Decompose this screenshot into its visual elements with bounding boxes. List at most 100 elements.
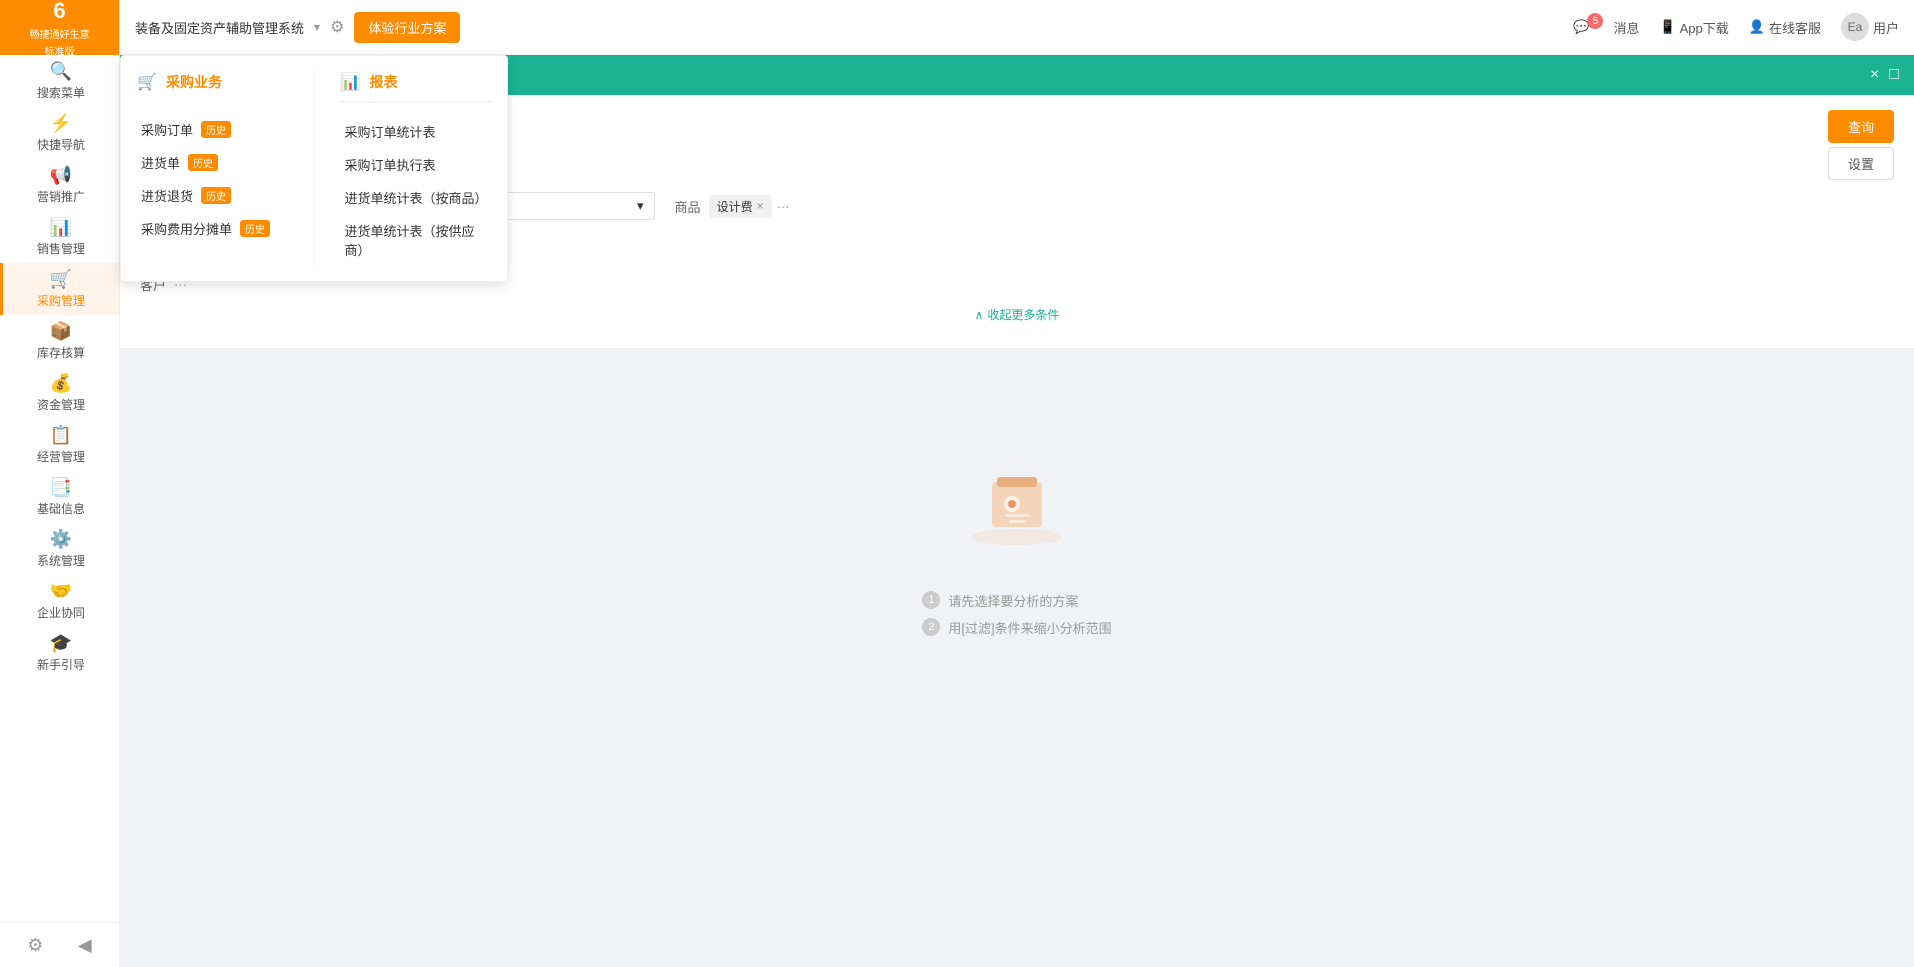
dropdown-cols: 🛒 采购业务 采购订单 历史 进货单 历史 进货退货 历史 采购费用分摊单 历史	[136, 71, 492, 266]
menu-item-expense[interactable]: 采购费用分摊单 历史	[136, 212, 289, 245]
collapse-label: 收起更多条件	[987, 306, 1059, 323]
sidebar-item-inventory[interactable]: 📦 库存核算	[0, 315, 119, 367]
goods-return-label: 进货退货	[141, 186, 193, 205]
sidebar-item-label-marketing: 营销推广	[37, 188, 85, 205]
report-col-icon: 📊	[340, 71, 362, 93]
report-order-stats-label: 采购订单统计表	[345, 122, 436, 141]
sidebar-item-label-quick: 快捷导航	[37, 136, 85, 153]
menu-item-report-goods-product[interactable]: 进货单统计表（按商品）	[340, 181, 493, 214]
collapse-icon[interactable]: ◀	[78, 935, 92, 956]
purchase-icon: 🛒	[50, 269, 72, 290]
dropdown-arrow-icon[interactable]: ▾	[314, 20, 320, 34]
report-col-header: 📊 报表	[340, 71, 493, 103]
sidebar-item-marketing[interactable]: 📢 营销推广	[0, 159, 119, 211]
empty-tip-1: 1 请先选择要分析的方案	[922, 591, 1111, 610]
sidebar-item-basic[interactable]: 📑 基础信息	[0, 471, 119, 523]
app-download-item[interactable]: 📱 App下载	[1659, 18, 1728, 37]
online-service-item[interactable]: 👤 在线客服	[1749, 18, 1821, 37]
user-item[interactable]: Ea 用户	[1841, 13, 1899, 41]
empty-tips: 1 请先选择要分析的方案 2 用[过滤]条件来缩小分析范围	[922, 591, 1111, 645]
dropdown-divider	[314, 71, 315, 266]
sidebar-item-label-enterprise: 企业协同	[37, 604, 85, 621]
online-service-label: 在线客服	[1769, 18, 1821, 37]
settings-bottom-icon[interactable]: ⚙	[27, 935, 43, 956]
menu-item-goods-receipt[interactable]: 进货单 历史	[136, 146, 289, 179]
empty-illustration	[957, 452, 1077, 571]
report-order-exec-label: 采购订单执行表	[345, 155, 436, 174]
menu-item-purchase-order[interactable]: 采购订单 历史	[136, 113, 289, 146]
sidebar-item-label-operations: 经营管理	[37, 448, 85, 465]
sidebar-item-system[interactable]: ⚙️ 系统管理	[0, 523, 119, 575]
select-arrow-icon: ▾	[637, 198, 644, 214]
sidebar-item-label-guide: 新手引导	[37, 656, 85, 673]
sidebar-item-quick-nav[interactable]: ⚡ 快捷导航	[0, 107, 119, 159]
history-badge-3: 历史	[201, 187, 231, 204]
purchase-order-label: 采购订单	[141, 120, 193, 139]
window-maximize-icon[interactable]: □	[1889, 66, 1899, 84]
sidebar-item-label-finance: 资金管理	[37, 396, 85, 413]
history-badge-1: 历史	[201, 121, 231, 138]
phone-icon: 📱	[1659, 19, 1675, 35]
sidebar-item-label-system: 系统管理	[37, 552, 85, 569]
marketing-icon: 📢	[50, 165, 72, 186]
finance-icon: 💰	[50, 373, 72, 394]
sidebar-item-enterprise[interactable]: 🤝 企业协同	[0, 575, 119, 627]
sidebar-item-label-purchase: 采购管理	[37, 292, 85, 309]
avatar: Ea	[1841, 13, 1869, 41]
sidebar-item-label-basic: 基础信息	[37, 500, 85, 517]
sidebar: 6 畅捷通好生意 标准版 🔍 搜索菜单 ⚡ 快捷导航 📢 营销推广 📊 销售管理…	[0, 0, 120, 967]
empty-tip-2: 2 用[过滤]条件来缩小分析范围	[922, 618, 1111, 637]
tag-remove-icon[interactable]: ×	[757, 199, 764, 213]
sidebar-logo: 6 畅捷通好生意 标准版	[0, 0, 119, 55]
sidebar-item-label-search: 搜索菜单	[37, 84, 85, 101]
sidebar-item-operations[interactable]: 📋 经营管理	[0, 419, 119, 471]
goods-tags: 设计费 × ···	[709, 195, 790, 218]
header-left: 装备及固定资产辅助管理系统 ▾ ⚙ 体验行业方案	[135, 12, 460, 43]
menu-item-goods-return[interactable]: 进货退货 历史	[136, 179, 289, 212]
app-download-label: App下载	[1680, 18, 1729, 37]
system-icon: ⚙️	[50, 529, 72, 550]
sidebar-bottom: ⚙ ◀	[0, 922, 119, 967]
basic-icon: 📑	[50, 477, 72, 498]
sidebar-item-finance[interactable]: 💰 资金管理	[0, 367, 119, 419]
gear-icon[interactable]: ⚙	[330, 17, 344, 37]
message-badge: 5	[1587, 13, 1603, 29]
history-badge-4: 历史	[240, 220, 270, 237]
guide-icon: 🎓	[50, 633, 72, 654]
message-item[interactable]: 💬 5 消息	[1573, 18, 1639, 37]
purchase-col-icon: 🛒	[136, 71, 158, 93]
setting-button[interactable]: 设置	[1828, 147, 1894, 180]
purchase-col: 🛒 采购业务 采购订单 历史 进货单 历史 进货退货 历史 采购费用分摊单 历史	[136, 71, 289, 266]
logo-icon: 6	[53, 0, 65, 24]
inventory-icon: 📦	[50, 321, 72, 342]
menu-item-report-order-stats[interactable]: 采购订单统计表	[340, 115, 493, 148]
logo-text: 畅捷通好生意	[30, 26, 90, 41]
sidebar-item-purchase[interactable]: 🛒 采购管理	[0, 263, 119, 315]
purchase-col-title: 采购业务	[166, 72, 222, 92]
menu-item-report-order-exec[interactable]: 采购订单执行表	[340, 148, 493, 181]
header-right: 💬 5 消息 📱 App下载 👤 在线客服 Ea 用户	[1573, 13, 1899, 41]
purchase-dropdown-menu: 🛒 采购业务 采购订单 历史 进货单 历史 进货退货 历史 采购费用分摊单 历史	[120, 55, 508, 282]
sidebar-item-sales[interactable]: 📊 销售管理	[0, 211, 119, 263]
goods-receipt-label: 进货单	[141, 153, 180, 172]
empty-state: 1 请先选择要分析的方案 2 用[过滤]条件来缩小分析范围	[120, 348, 1914, 748]
goods-more-icon[interactable]: ···	[777, 199, 790, 214]
lightning-icon: ⚡	[50, 113, 72, 134]
industry-button[interactable]: 体验行业方案	[354, 12, 460, 43]
query-button[interactable]: 查询	[1828, 110, 1894, 143]
tip-text-1: 请先选择要分析的方案	[948, 591, 1078, 610]
expense-label: 采购费用分摊单	[141, 219, 232, 238]
goods-label: 商品	[675, 197, 701, 216]
document-status-select[interactable]: ▾	[505, 192, 655, 220]
tab-bar-controls: × □	[1870, 66, 1914, 84]
purchase-col-header: 🛒 采购业务	[136, 71, 289, 101]
user-label: 用户	[1873, 18, 1899, 37]
report-goods-product-label: 进货单统计表（按商品）	[345, 188, 488, 207]
window-close-icon[interactable]: ×	[1870, 66, 1879, 84]
service-icon: 👤	[1749, 19, 1765, 35]
report-goods-supplier-label: 进货单统计表（按供应商）	[345, 221, 488, 259]
collapse-button[interactable]: ∧ 收起更多条件	[975, 306, 1060, 323]
sidebar-item-search[interactable]: 🔍 搜索菜单	[0, 55, 119, 107]
sidebar-item-guide[interactable]: 🎓 新手引导	[0, 627, 119, 679]
menu-item-report-goods-supplier[interactable]: 进货单统计表（按供应商）	[340, 214, 493, 266]
